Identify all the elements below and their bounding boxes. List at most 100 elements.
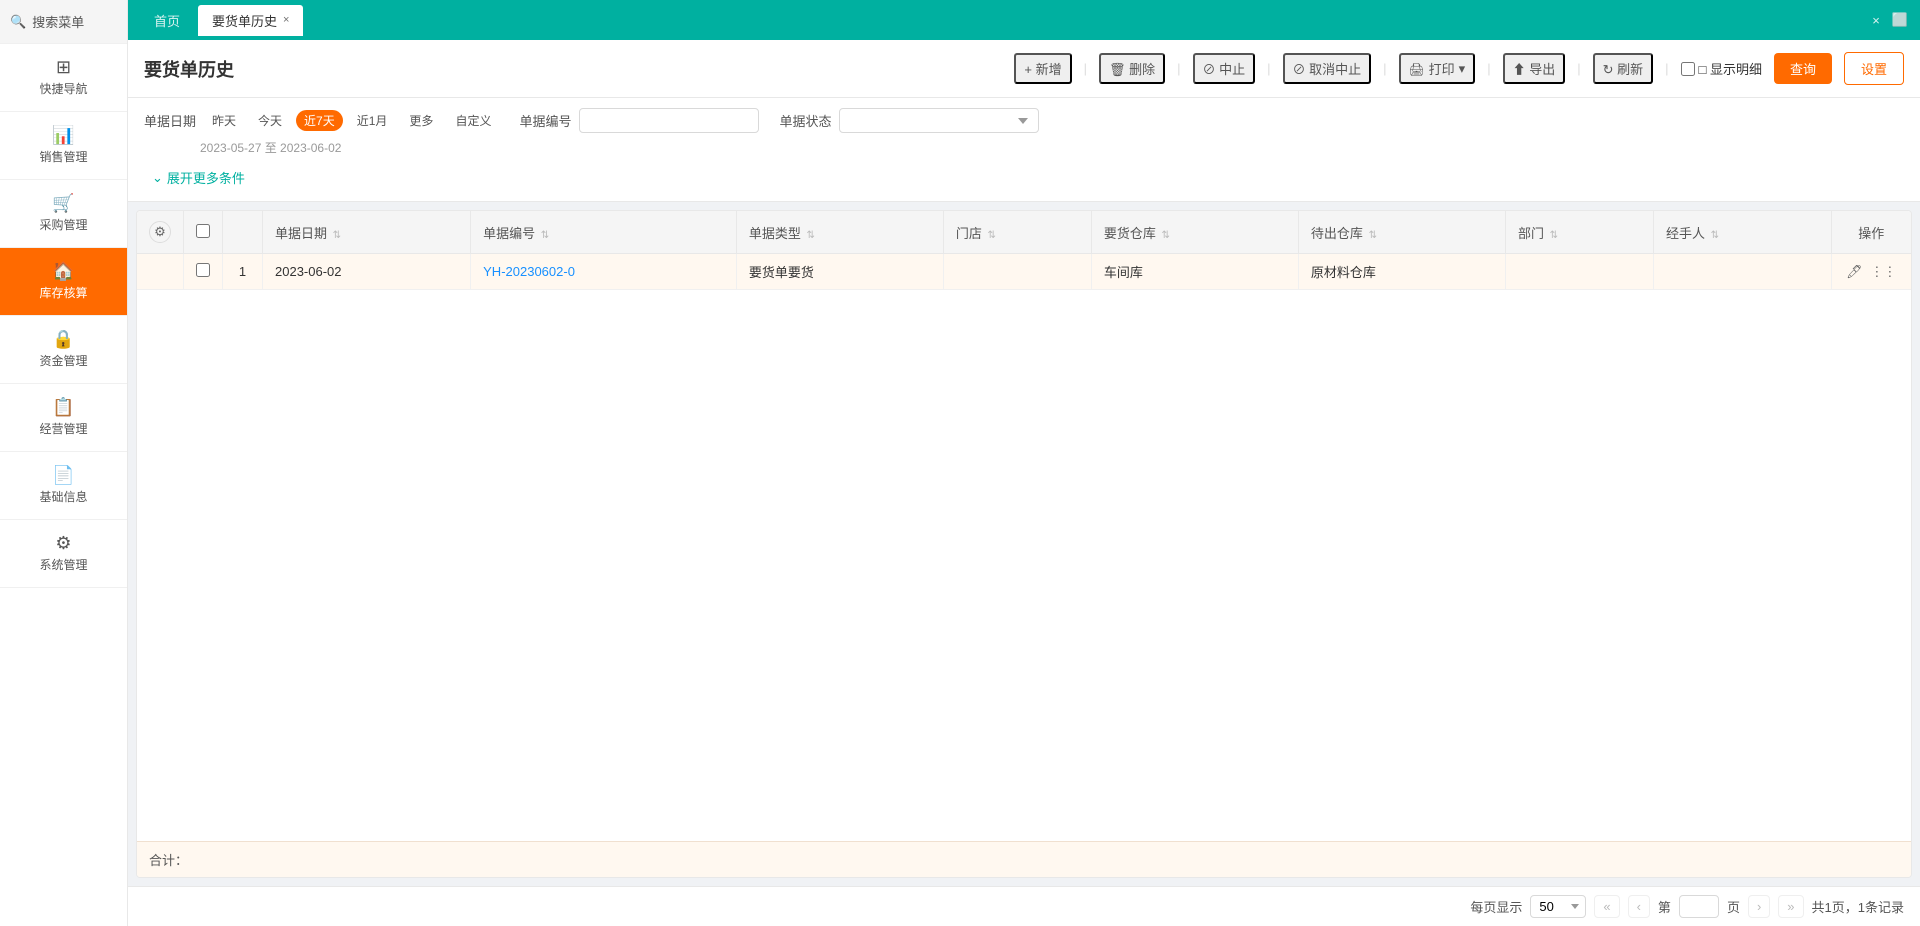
page-number-input[interactable]: 1: [1679, 895, 1719, 918]
filter-second-row: 2023-05-27 至 2023-06-02: [144, 137, 1904, 156]
dept-sort-icon[interactable]: ⇅: [1550, 230, 1558, 241]
tab-close-icon[interactable]: ×: [283, 14, 289, 26]
query-button[interactable]: 查询: [1774, 53, 1832, 84]
cancel-stop-button[interactable]: ⊘ 取消中止: [1283, 53, 1372, 84]
filter-area: 单据日期 昨天 今天 近7天 近1月 更多 自定义 单据编号: [128, 98, 1920, 202]
data-table: ⚙ 单据日期 ⇅: [137, 211, 1911, 290]
sales-icon: 📊: [52, 126, 74, 144]
window-close-button[interactable]: ×: [1872, 13, 1880, 28]
search-icon: 🔍: [10, 14, 26, 30]
sidebar-item-label: 采购管理: [39, 216, 87, 233]
th-handler-label: 经手人: [1666, 226, 1705, 241]
page-size-select[interactable]: 20 50 100 200: [1530, 895, 1586, 918]
purchase-icon: 🛒: [52, 194, 74, 212]
doc-no-label: 单据编号: [519, 111, 571, 130]
table-scroll[interactable]: ⚙ 单据日期 ⇅: [137, 211, 1911, 841]
date-btn-last7days[interactable]: 近7天: [296, 110, 343, 131]
new-button[interactable]: + 新增: [1014, 53, 1071, 84]
inventory-icon: 🏠: [52, 262, 74, 280]
sidebar-item-label: 快捷导航: [39, 80, 87, 97]
show-detail-checkbox[interactable]: [1681, 62, 1695, 76]
row-checkbox-cell: [184, 254, 223, 290]
row-checkbox[interactable]: [196, 263, 210, 277]
sidebar-item-sales[interactable]: 📊 销售管理: [0, 112, 127, 180]
row-actions: 🖊 ⋮⋮: [1831, 254, 1911, 290]
date-btn-yesterday[interactable]: 昨天: [204, 110, 244, 131]
status-select[interactable]: [839, 108, 1039, 133]
sidebar-item-basic-info[interactable]: 📄 基础信息: [0, 452, 127, 520]
sidebar-item-operation[interactable]: 📋 经营管理: [0, 384, 127, 452]
th-store: 门店 ⇅: [943, 211, 1091, 254]
th-action: 操作: [1831, 211, 1911, 254]
sidebar-item-label: 销售管理: [39, 148, 87, 165]
doc-no-link[interactable]: YH-20230602-0: [483, 264, 575, 279]
expand-filter-btn[interactable]: ⌄ 展开更多条件: [144, 164, 1904, 191]
row-edit-icon[interactable]: 🖊: [1844, 262, 1865, 281]
th-date-label: 单据日期: [275, 226, 327, 241]
th-settings: ⚙: [137, 211, 184, 254]
page-header: 要货单历史 + 新增 | 🗑 删除 | ⊘ 中止 | ⊘ 取消中止 | 🖨 打印…: [128, 40, 1920, 98]
tab-home-label: 首页: [154, 11, 180, 30]
operation-icon: 📋: [52, 398, 74, 416]
page-title: 要货单历史: [144, 56, 234, 82]
window-maximize-button[interactable]: ⬜: [1892, 12, 1908, 28]
sidebar-item-label: 经营管理: [39, 420, 87, 437]
top-bar-actions: × ⬜: [1872, 12, 1908, 28]
first-page-button[interactable]: «: [1594, 895, 1619, 918]
sidebar-item-quick-nav[interactable]: ⊞ 快捷导航: [0, 44, 127, 112]
date-btn-custom[interactable]: 自定义: [447, 110, 499, 131]
store-sort-icon[interactable]: ⇅: [988, 230, 996, 241]
th-req-warehouse-label: 要货仓库: [1104, 226, 1156, 241]
sidebar-search-label: 搜索菜单: [32, 12, 84, 31]
system-icon: ⚙: [55, 534, 71, 552]
last-page-button[interactable]: »: [1778, 895, 1803, 918]
sidebar-item-finance[interactable]: 🔒 资金管理: [0, 316, 127, 384]
doc-no-input[interactable]: [579, 108, 759, 133]
sidebar-item-label: 库存核算: [39, 284, 87, 301]
show-detail-toggle[interactable]: □ 显示明细: [1681, 59, 1762, 78]
handler-sort-icon[interactable]: ⇅: [1711, 230, 1719, 241]
print-label: 🖨 打印: [1409, 59, 1455, 78]
expand-filter-icon: ⌄: [152, 170, 163, 186]
pending-warehouse-sort-icon[interactable]: ⇅: [1369, 230, 1377, 241]
print-button[interactable]: 🖨 打印 ▾: [1399, 53, 1476, 84]
tab-home[interactable]: 首页: [140, 5, 194, 36]
export-button[interactable]: ⬆ 导出: [1503, 53, 1566, 84]
tab-requisition-history[interactable]: 要货单历史 ×: [198, 5, 303, 36]
date-sort-icon[interactable]: ⇅: [333, 230, 341, 241]
date-filter-options: 昨天 今天 近7天 近1月 更多 自定义: [204, 110, 499, 131]
settings-button[interactable]: 设置: [1844, 52, 1904, 85]
delete-button[interactable]: 🗑 删除: [1099, 53, 1165, 84]
date-btn-more[interactable]: 更多: [401, 110, 441, 131]
show-detail-label: □ 显示明细: [1699, 59, 1762, 78]
sidebar-item-purchase[interactable]: 🛒 采购管理: [0, 180, 127, 248]
page-label: 第: [1658, 897, 1671, 916]
date-btn-last1month[interactable]: 近1月: [349, 110, 396, 131]
th-doc-no: 单据编号 ⇅: [471, 211, 737, 254]
next-page-button[interactable]: ›: [1748, 895, 1770, 918]
prev-page-button[interactable]: ‹: [1628, 895, 1650, 918]
separator-7: |: [1665, 61, 1668, 76]
th-handler: 经手人 ⇅: [1653, 211, 1831, 254]
sidebar-item-system[interactable]: ⚙ 系统管理: [0, 520, 127, 588]
finance-icon: 🔒: [52, 330, 74, 348]
row-date: 2023-06-02: [263, 254, 471, 290]
page-content: 要货单历史 + 新增 | 🗑 删除 | ⊘ 中止 | ⊘ 取消中止 | 🖨 打印…: [128, 40, 1920, 926]
select-all-checkbox[interactable]: [196, 224, 210, 238]
doc-type-sort-icon[interactable]: ⇅: [806, 230, 814, 241]
stop-button[interactable]: ⊘ 中止: [1193, 53, 1256, 84]
req-warehouse-sort-icon[interactable]: ⇅: [1161, 230, 1169, 241]
date-filter-label: 单据日期: [144, 111, 196, 130]
doc-no-sort-icon[interactable]: ⇅: [541, 230, 549, 241]
sidebar-search[interactable]: 🔍 搜索菜单: [0, 0, 127, 44]
sidebar-item-label: 系统管理: [39, 556, 87, 573]
separator-5: |: [1487, 61, 1490, 76]
th-store-label: 门店: [956, 226, 982, 241]
filter-row: 单据日期 昨天 今天 近7天 近1月 更多 自定义 单据编号: [144, 108, 1904, 133]
refresh-button[interactable]: ↻ 刷新: [1593, 53, 1654, 84]
date-btn-today[interactable]: 今天: [250, 110, 290, 131]
sidebar-item-inventory[interactable]: 🏠 库存核算: [0, 248, 127, 316]
column-settings-button[interactable]: ⚙: [149, 221, 171, 243]
row-more-icon[interactable]: ⋮⋮: [1868, 262, 1898, 281]
row-req-warehouse: 车间库: [1091, 254, 1298, 290]
